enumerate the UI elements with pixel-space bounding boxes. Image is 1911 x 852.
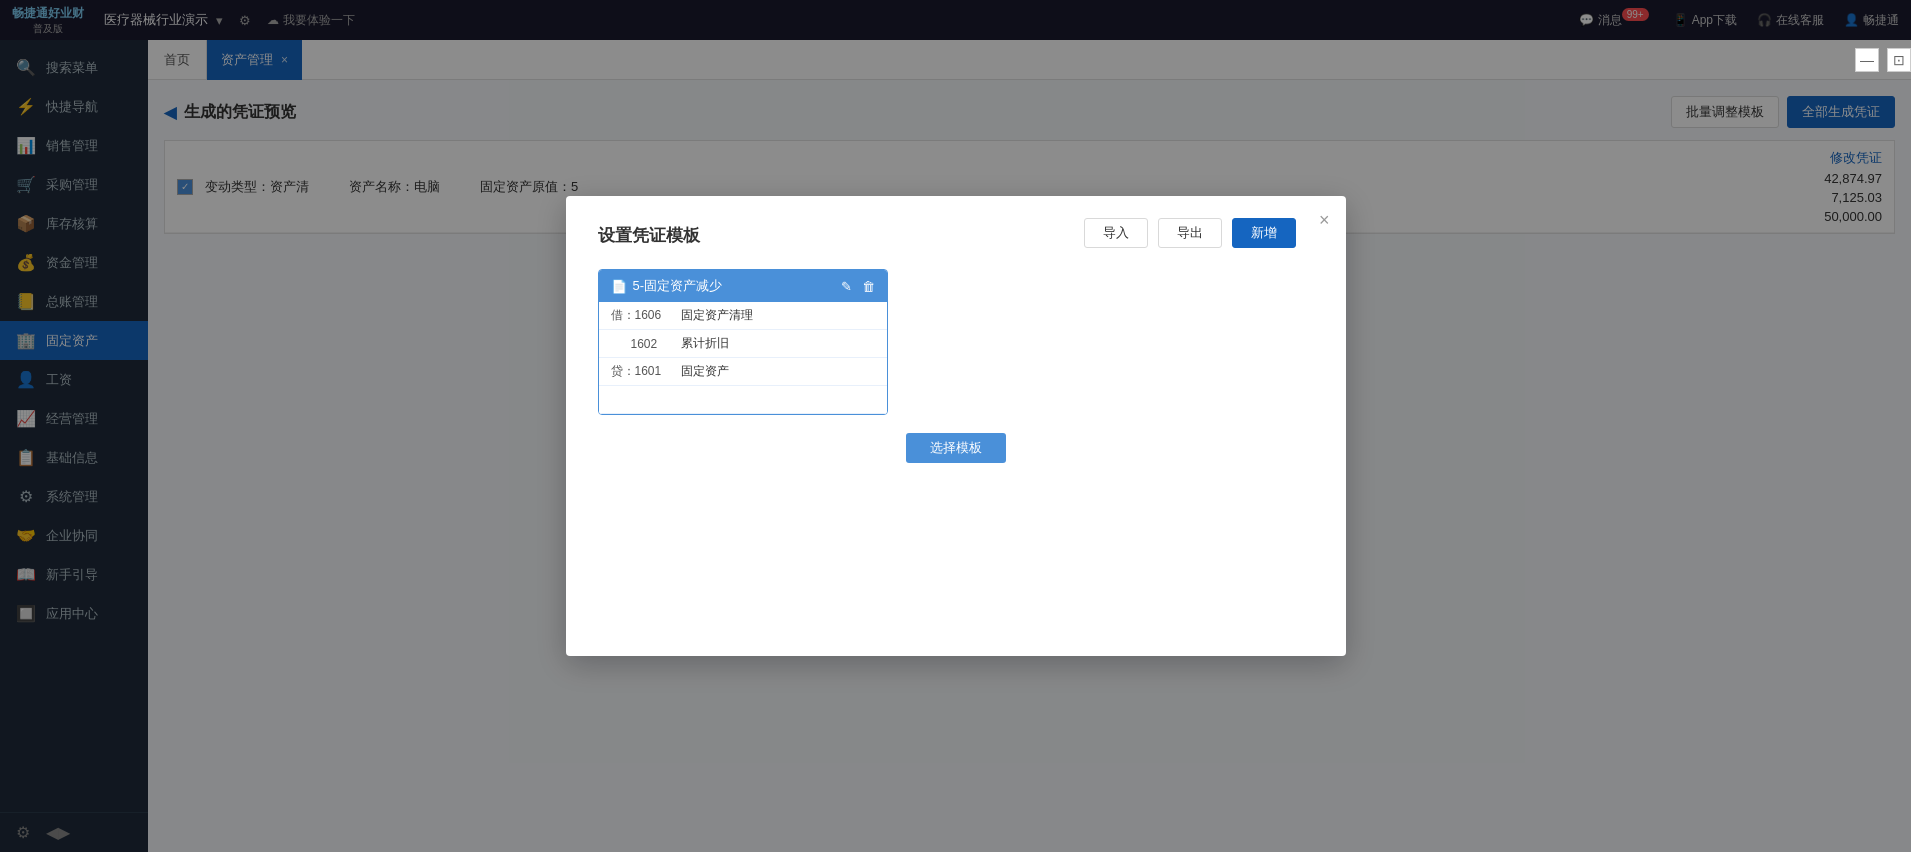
template-title: 📄 5-固定资产减少 bbox=[611, 277, 723, 295]
minimize-btn[interactable]: — bbox=[1855, 48, 1879, 72]
template-name: 5-固定资产减少 bbox=[633, 277, 723, 295]
template-delete-btn[interactable]: 🗑 bbox=[862, 279, 875, 294]
credit-label-3: 贷：1601 bbox=[611, 363, 681, 380]
account-name-2: 累计折旧 bbox=[681, 335, 775, 352]
template-card: 📄 5-固定资产减少 ✎ 🗑 借：1606 固定资产清理 1602 累计折旧 bbox=[598, 269, 888, 415]
debit-label-1: 借：1606 bbox=[611, 307, 681, 324]
export-btn[interactable]: 导出 bbox=[1158, 218, 1222, 248]
template-row-empty bbox=[599, 386, 887, 414]
template-row-3: 贷：1601 固定资产 bbox=[599, 358, 887, 386]
modal: × 设置凭证模板 导入 导出 新增 📄 5-固定资产减少 ✎ 🗑 借：160 bbox=[566, 196, 1346, 656]
account-name-3: 固定资产 bbox=[681, 363, 775, 380]
template-card-actions: ✎ 🗑 bbox=[841, 279, 875, 294]
maximize-btn[interactable]: ⊡ bbox=[1887, 48, 1911, 72]
template-row-2: 1602 累计折旧 bbox=[599, 330, 887, 358]
select-template-btn[interactable]: 选择模板 bbox=[906, 433, 1006, 463]
debit-label-2: 1602 bbox=[611, 337, 681, 351]
template-edit-btn[interactable]: ✎ bbox=[841, 279, 852, 294]
import-btn[interactable]: 导入 bbox=[1084, 218, 1148, 248]
modal-action-buttons: 导入 导出 新增 bbox=[1084, 218, 1296, 248]
template-card-header: 📄 5-固定资产减少 ✎ 🗑 bbox=[599, 270, 887, 302]
window-controls: — ⊡ bbox=[1855, 48, 1911, 72]
new-template-btn[interactable]: 新增 bbox=[1232, 218, 1296, 248]
template-card-body: 借：1606 固定资产清理 1602 累计折旧 贷：1601 固定资产 bbox=[599, 302, 887, 414]
template-doc-icon: 📄 bbox=[611, 279, 627, 294]
account-name-1: 固定资产清理 bbox=[681, 307, 775, 324]
modal-overlay[interactable]: × 设置凭证模板 导入 导出 新增 📄 5-固定资产减少 ✎ 🗑 借：160 bbox=[0, 0, 1911, 852]
template-row-1: 借：1606 固定资产清理 bbox=[599, 302, 887, 330]
modal-close-btn[interactable]: × bbox=[1319, 210, 1330, 231]
